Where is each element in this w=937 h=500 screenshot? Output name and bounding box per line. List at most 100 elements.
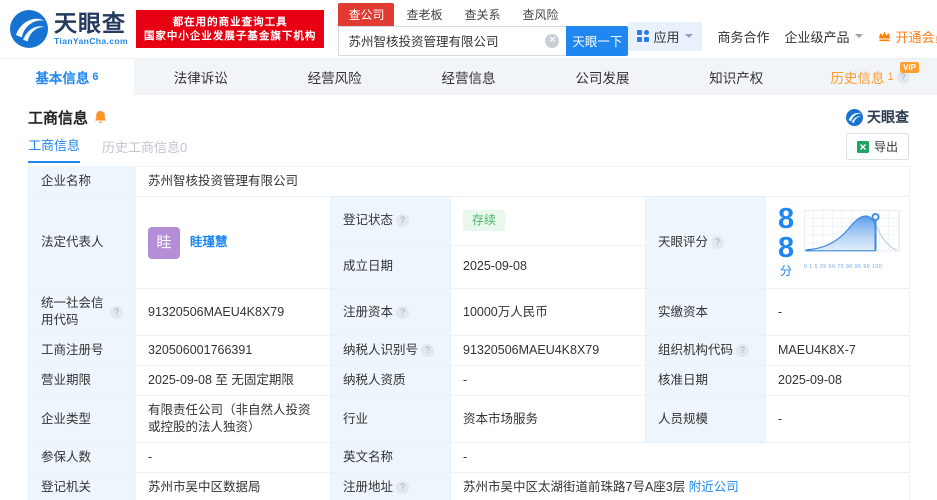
search-tab-risk[interactable]: 查风险 — [512, 3, 568, 26]
clear-search-icon[interactable]: ✕ — [545, 33, 560, 48]
company-name-value: 苏州智核投资管理有限公司 — [134, 166, 911, 197]
field-label: 登记机关 — [28, 472, 136, 500]
tianyancha-logo[interactable]: 天眼查 TianYanCha.com — [10, 10, 128, 48]
org-code-value: MAEU4K8X-7 — [764, 335, 911, 366]
score-unit: 分 — [780, 264, 793, 278]
vip-label: 开通会员 — [895, 29, 937, 45]
score-value: 88 — [778, 203, 795, 264]
field-label: 行业 — [330, 395, 451, 443]
subtab-business-info[interactable]: 工商信息 — [28, 135, 81, 163]
field-label: 人员规模 — [645, 395, 766, 443]
subtab-history-business-info[interactable]: 历史工商信息0 — [102, 137, 187, 163]
tab-intellectual-property[interactable]: 知识产权 — [669, 59, 803, 95]
field-label: 组织机构代码? — [645, 335, 766, 366]
field-label: 登记状态? — [330, 196, 451, 246]
field-label: 核准日期 — [645, 365, 766, 396]
tab-label: 历史信息 — [830, 71, 885, 86]
banner-line1: 都在用的商业查询工具 — [172, 16, 288, 28]
table-row: 统一社会信用代码? 91320506MAEU4K8X79 注册资本? 10000… — [28, 288, 911, 336]
score-axis-labels: 0 1 5 25 50 75 90 95 99 100 — [804, 263, 883, 270]
table-row: 参保人数 - 英文名称 - — [28, 442, 911, 473]
table-row: 企业名称 苏州智核投资管理有限公司 — [28, 166, 911, 197]
table-row: 企业类型 有限责任公司（非自然人投资或控股的法人独资） 行业 资本市场服务 人员… — [28, 395, 911, 443]
chevron-down-icon — [855, 34, 864, 38]
help-icon[interactable]: ? — [421, 344, 435, 357]
uscc-value: 91320506MAEU4K8X79 — [135, 288, 331, 336]
search-button[interactable]: 天眼一下 — [566, 25, 629, 56]
field-label: 法定代表人 — [28, 196, 136, 289]
main-content: 工商信息 天眼查 工商信息 历史工商信息0 导出 企业名称 苏州智核投资管理有限… — [0, 95, 937, 500]
help-icon[interactable]: ? — [110, 305, 123, 319]
status-badge: 存续 — [463, 210, 506, 232]
chevron-down-icon — [685, 34, 694, 38]
reg-no-value: 320506001766391 — [135, 335, 331, 366]
term-value: 2025-09-08 至 无固定期限 — [135, 365, 331, 396]
tab-company-development[interactable]: 公司发展 — [535, 59, 669, 95]
excel-icon — [856, 140, 869, 153]
business-info-subtabs: 工商信息 历史工商信息0 导出 — [28, 133, 909, 163]
help-icon[interactable]: ? — [396, 481, 410, 494]
address-value: 苏州市吴中区太湖街道前珠路7号A座3层 — [463, 480, 686, 494]
apps-menu[interactable]: 应用 — [628, 21, 703, 51]
search-input[interactable] — [338, 25, 567, 56]
section-brand: 天眼查 — [846, 107, 909, 127]
tab-operation-info[interactable]: 经营信息 — [402, 59, 536, 95]
address-cell: 苏州市吴中区太湖街道前珠路7号A座3层 附近公司 — [449, 472, 911, 500]
est-date-value: 2025-09-08 — [450, 244, 646, 290]
field-label: 天眼评分? — [645, 196, 766, 289]
score-cell[interactable]: 88分 0 1 5 25 50 75 90 95 99 100 — [764, 196, 911, 289]
search-tab-boss[interactable]: 查老板 — [396, 3, 452, 26]
tab-label: 法律诉讼 — [173, 71, 228, 86]
export-button[interactable]: 导出 — [845, 133, 909, 160]
field-label: 参保人数 — [28, 442, 136, 473]
help-icon[interactable]: ? — [711, 236, 725, 249]
top-menu: 应用 商务合作 企业级产品 开通会员 费米 — [628, 21, 937, 51]
field-label: 注册资本? — [330, 288, 451, 336]
search-tabs: 查公司 查老板 查关系 查风险 — [338, 2, 628, 26]
subtab-label: 历史工商信息 — [102, 140, 181, 155]
industry-value: 资本市场服务 — [450, 395, 646, 443]
company-nav-tabs: 基本信息 6 法律诉讼 经营风险 经营信息 公司发展 知识产权 VIP 历史信息… — [0, 58, 937, 95]
logo-title: 天眼查 — [54, 10, 126, 37]
tab-basic-info[interactable]: 基本信息 6 — [0, 59, 134, 95]
field-label: 英文名称 — [330, 442, 451, 473]
enterprise-products-menu[interactable]: 企业级产品 — [784, 27, 864, 46]
subtab-count: 0 — [180, 140, 188, 155]
taxpayer-qual-value: - — [450, 365, 646, 396]
tab-count: 1 — [887, 71, 894, 83]
nearby-companies-link[interactable]: 附近公司 — [689, 480, 739, 494]
table-row: 工商注册号 320506001766391 纳税人识别号? 91320506MA… — [28, 335, 911, 366]
legal-rep-link[interactable]: 眭瑾慧 — [190, 234, 228, 251]
field-label: 企业名称 — [28, 166, 136, 197]
help-icon[interactable]: ? — [396, 305, 410, 319]
field-label: 统一社会信用代码? — [28, 288, 136, 336]
open-vip-menu[interactable]: 开通会员 — [878, 27, 937, 46]
search-tab-company[interactable]: 查公司 — [338, 2, 395, 26]
alarm-bell-icon — [94, 110, 107, 123]
tab-label: 知识产权 — [709, 71, 764, 86]
reg-status-cell: 存续 — [450, 196, 646, 246]
apps-label: 应用 — [653, 29, 680, 45]
export-label: 导出 — [873, 140, 898, 154]
brand-name: 天眼查 — [867, 109, 909, 125]
avatar[interactable]: 眭 — [148, 226, 180, 259]
field-label: 注册地址? — [330, 472, 451, 500]
authority-value: 苏州市吴中区数据局 — [135, 472, 331, 500]
search-tab-relation[interactable]: 查关系 — [454, 3, 510, 26]
tab-label: 经营风险 — [307, 71, 362, 86]
english-name-value: - — [449, 442, 911, 473]
tab-operation-risk[interactable]: 经营风险 — [268, 59, 402, 95]
tab-legal-litigation[interactable]: 法律诉讼 — [134, 59, 268, 95]
vip-badge: VIP — [900, 62, 920, 73]
help-icon[interactable]: ? — [736, 344, 750, 357]
tab-history-info[interactable]: VIP 历史信息 1 ? — [803, 59, 937, 95]
field-label: 成立日期 — [330, 244, 451, 290]
legal-rep-cell: 眭 眭瑾慧 — [135, 196, 331, 289]
insured-value: - — [135, 442, 331, 473]
help-icon[interactable]: ? — [396, 214, 410, 228]
field-label: 营业期限 — [28, 365, 136, 396]
banner-line2: 国家中小企业发展子基金旗下机构 — [143, 30, 317, 42]
search-area: 查公司 查老板 查关系 查风险 ✕ 天眼一下 — [338, 2, 629, 56]
business-info-table: 企业名称 苏州智核投资管理有限公司 法定代表人 眭 眭瑾慧 登记状态? 存续 天… — [28, 166, 911, 500]
business-cooperation-menu[interactable]: 商务合作 — [717, 27, 769, 46]
